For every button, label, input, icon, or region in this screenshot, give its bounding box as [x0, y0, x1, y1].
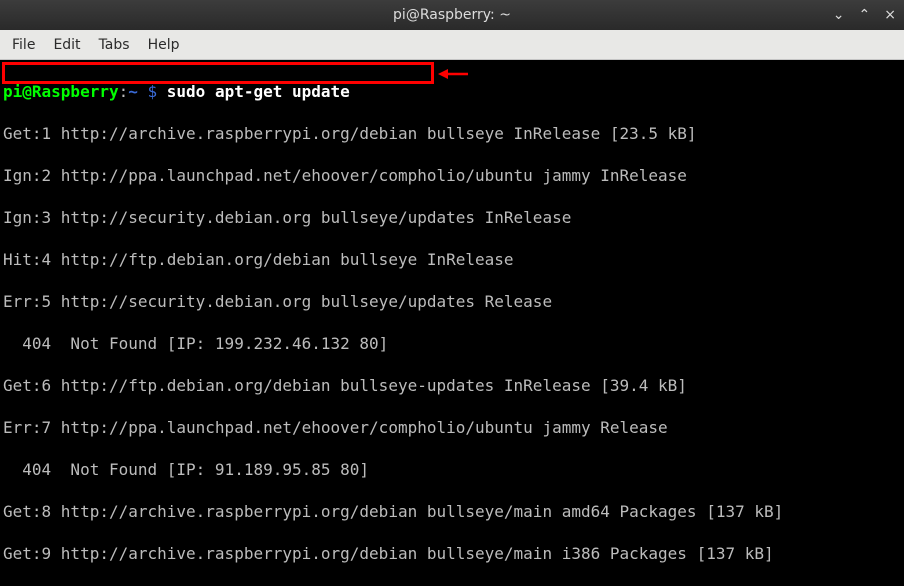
menu-bar: File Edit Tabs Help [0, 30, 904, 60]
prompt-colon: : [119, 82, 129, 101]
menu-help[interactable]: Help [148, 37, 180, 53]
prompt-userhost: pi@Raspberry [3, 82, 119, 101]
output-line: Hit:4 http://ftp.debian.org/debian bulls… [3, 249, 901, 270]
output-line: Ign:3 http://security.debian.org bullsey… [3, 207, 901, 228]
output-line: Get:1 http://archive.raspberrypi.org/deb… [3, 123, 901, 144]
window-controls: ⌄ ⌃ × [833, 7, 896, 23]
output-line: 404 Not Found [IP: 199.232.46.132 80] [3, 333, 901, 354]
menu-edit[interactable]: Edit [53, 37, 80, 53]
output-line: Get:6 http://ftp.debian.org/debian bulls… [3, 375, 901, 396]
window-titlebar: pi@Raspberry: ~ ⌄ ⌃ × [0, 0, 904, 30]
output-line: Get:8 http://archive.raspberrypi.org/deb… [3, 501, 901, 522]
output-line: Err:7 http://ppa.launchpad.net/ehoover/c… [3, 417, 901, 438]
maximize-icon[interactable]: ⌃ [859, 7, 871, 23]
minimize-icon[interactable]: ⌄ [833, 7, 845, 23]
prompt-line: pi@Raspberry:~ $ sudo apt-get update [3, 81, 901, 102]
close-icon[interactable]: × [884, 7, 896, 23]
menu-file[interactable]: File [12, 37, 35, 53]
prompt-dollar: $ [138, 82, 167, 101]
prompt-command: sudo apt-get update [167, 82, 350, 101]
output-line: 404 Not Found [IP: 91.189.95.85 80] [3, 459, 901, 480]
terminal-area[interactable]: pi@Raspberry:~ $ sudo apt-get update Get… [0, 60, 904, 586]
output-line: Ign:2 http://ppa.launchpad.net/ehoover/c… [3, 165, 901, 186]
prompt-path: ~ [128, 82, 138, 101]
window-title: pi@Raspberry: ~ [393, 7, 511, 23]
output-line: Get:9 http://archive.raspberrypi.org/deb… [3, 543, 901, 564]
menu-tabs[interactable]: Tabs [99, 37, 130, 53]
annotation-arrow-icon [438, 66, 468, 82]
output-line: Err:5 http://security.debian.org bullsey… [3, 291, 901, 312]
